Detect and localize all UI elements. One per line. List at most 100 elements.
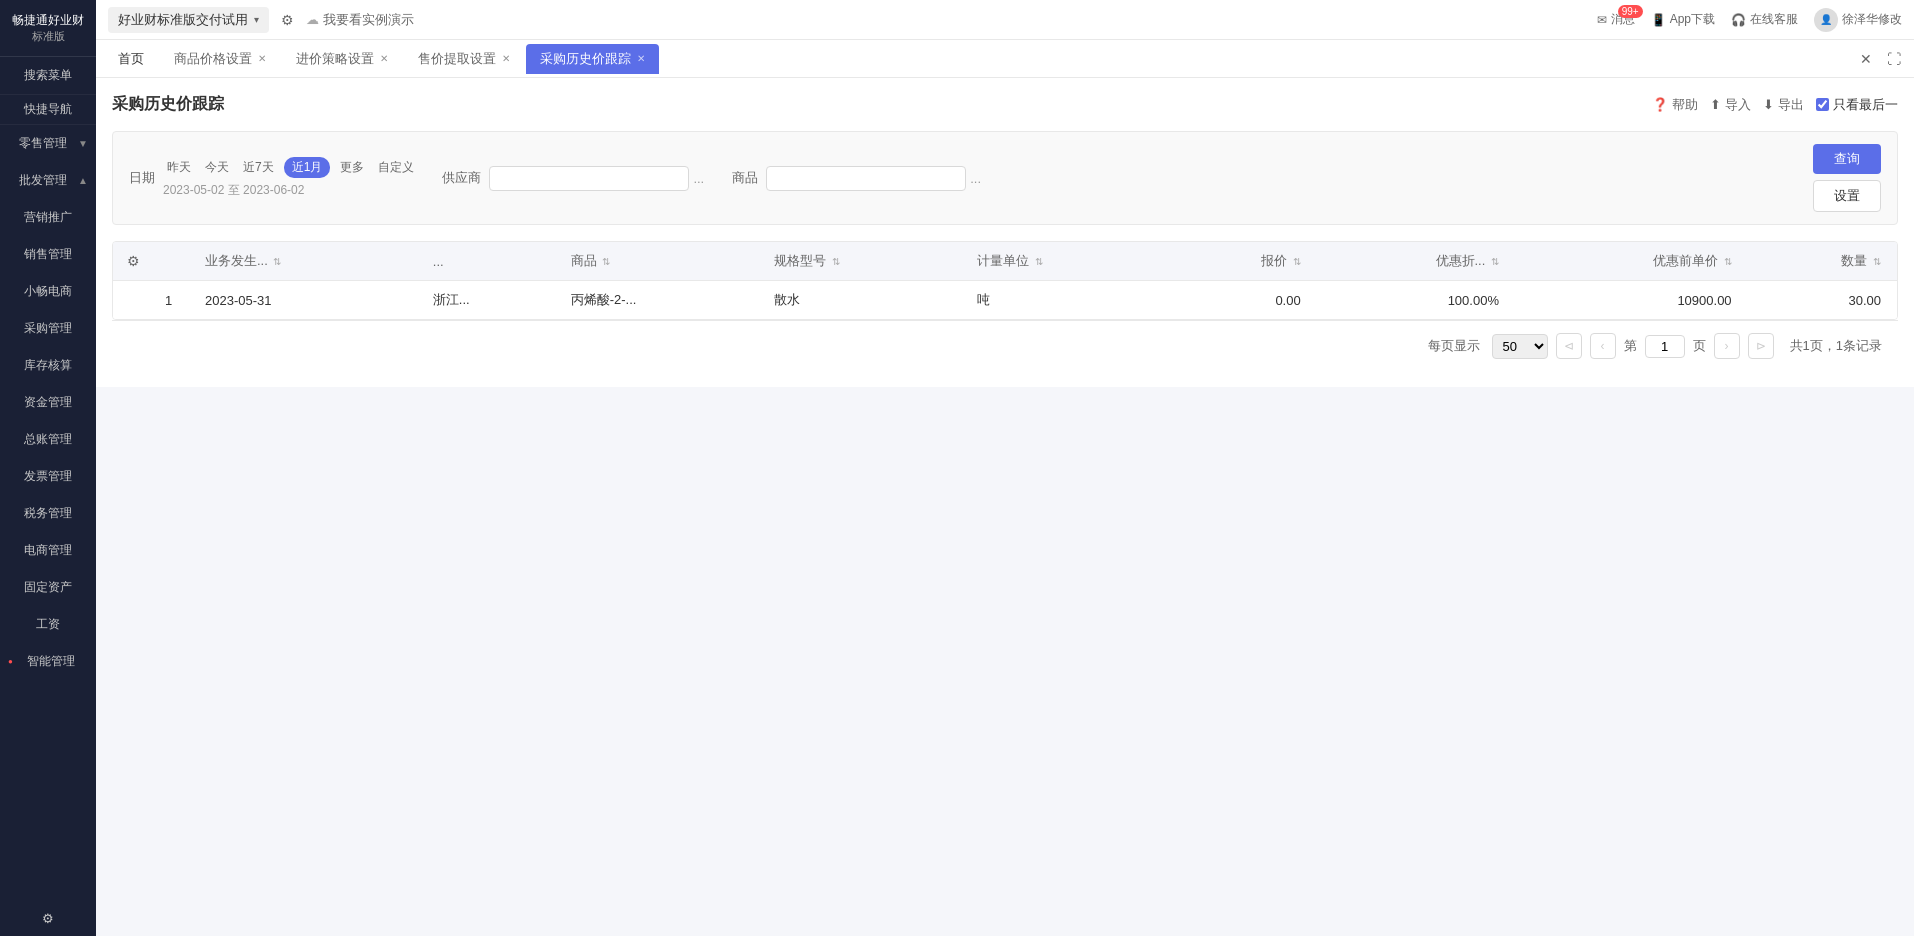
tab-strategy[interactable]: 进价策略设置 ✕ <box>282 44 402 74</box>
sidebar-item-finance[interactable]: 资金管理 <box>0 384 96 421</box>
topbar-right: ✉ 消息 99+ 📱 App下载 🎧 在线客服 👤 徐泽华修改 <box>1597 8 1902 32</box>
sidebar-item-purchase[interactable]: 采购管理 <box>0 310 96 347</box>
only-last-checkbox[interactable]: 只看最后一 <box>1816 96 1898 114</box>
goods-input-wrap: ... <box>766 166 985 191</box>
date-opt-custom[interactable]: 自定义 <box>374 157 418 178</box>
date-options: 昨天 今天 近7天 近1月 更多 自定义 <box>163 157 418 178</box>
row-checkbox <box>113 281 153 320</box>
col-pre-discount-header: 优惠前单价 ⇅ <box>1511 242 1744 281</box>
row-unit: 吨 <box>965 281 1168 320</box>
sidebar-item-fixed-assets[interactable]: 固定资产 <box>0 569 96 606</box>
sort-pre-discount-icon[interactable]: ⇅ <box>1724 256 1732 267</box>
sidebar-item-retail[interactable]: 零售管理 ▼ <box>0 125 96 162</box>
help-icon: ❓ <box>1652 97 1668 112</box>
filter-bar: 日期 昨天 今天 近7天 近1月 更多 自定义 2023-05-02 至 202… <box>112 131 1898 225</box>
app-logo: 畅捷通好业财 标准版 <box>0 0 96 57</box>
query-button[interactable]: 查询 <box>1813 144 1881 174</box>
app-download-button[interactable]: 📱 App下载 <box>1651 11 1715 28</box>
tab-strategy-close[interactable]: ✕ <box>380 53 388 64</box>
sidebar-item-inventory[interactable]: 库存核算 <box>0 347 96 384</box>
sort-quantity-icon[interactable]: ⇅ <box>1873 256 1881 267</box>
sidebar-item-smart[interactable]: 智能管理 <box>0 643 96 680</box>
user-menu[interactable]: 👤 徐泽华修改 <box>1814 8 1902 32</box>
sidebar-gear[interactable]: ⚙ <box>0 901 96 936</box>
date-opt-1month[interactable]: 近1月 <box>284 157 331 178</box>
settings-icon[interactable]: ⚙ <box>281 12 294 28</box>
page-actions: ❓ 帮助 ⬆ 导入 ⬇ 导出 只看最后一 <box>1652 96 1898 114</box>
sort-spec-icon[interactable]: ⇅ <box>832 256 840 267</box>
help-button[interactable]: ❓ 帮助 <box>1652 96 1698 114</box>
prev-page-button[interactable]: ‹ <box>1590 333 1616 359</box>
sort-date-icon[interactable]: ⇅ <box>273 256 281 267</box>
page-size-select[interactable]: 50 100 200 <box>1492 334 1548 359</box>
sidebar-item-ecommerce[interactable]: 电商管理 <box>0 532 96 569</box>
tab-sale-price-label: 售价提取设置 <box>418 50 496 68</box>
goods-more[interactable]: ... <box>966 171 985 186</box>
filter-actions: 查询 设置 <box>1813 144 1881 212</box>
import-icon: ⬆ <box>1710 97 1721 112</box>
table-header: ⚙ 业务发生... ⇅ ... 商品 ⇅ <box>113 242 1897 281</box>
export-label: 导出 <box>1778 96 1804 114</box>
date-opt-more[interactable]: 更多 <box>336 157 368 178</box>
settings-button[interactable]: 设置 <box>1813 180 1881 212</box>
row-spec: 散水 <box>762 281 965 320</box>
avatar: 👤 <box>1814 8 1838 32</box>
data-table-wrap: ⚙ 业务发生... ⇅ ... 商品 ⇅ <box>112 241 1898 320</box>
sidebar-item-salary[interactable]: 工资 <box>0 606 96 643</box>
sidebar-search[interactable]: 搜索菜单 <box>0 57 96 95</box>
tab-home[interactable]: 首页 <box>104 44 158 74</box>
sort-price-icon[interactable]: ⇅ <box>1293 256 1301 267</box>
first-page-button[interactable]: ⊲ <box>1556 333 1582 359</box>
date-opt-yesterday[interactable]: 昨天 <box>163 157 195 178</box>
goods-input[interactable] <box>766 166 966 191</box>
tab-purchase-history-close[interactable]: ✕ <box>637 53 645 64</box>
sidebar-item-sales[interactable]: 销售管理 <box>0 236 96 273</box>
tab-close-all[interactable]: ✕ <box>1854 47 1878 71</box>
filter-row: 日期 昨天 今天 近7天 近1月 更多 自定义 2023-05-02 至 202… <box>129 144 1881 212</box>
next-page-button[interactable]: › <box>1714 333 1740 359</box>
date-opt-today[interactable]: 今天 <box>201 157 233 178</box>
date-opt-7days[interactable]: 近7天 <box>239 157 278 178</box>
tab-sale-price-close[interactable]: ✕ <box>502 53 510 64</box>
supplier-input[interactable] <box>489 166 689 191</box>
tab-purchase-history[interactable]: 采购历史价跟踪 ✕ <box>526 44 659 74</box>
sort-unit-icon[interactable]: ⇅ <box>1035 256 1043 267</box>
message-icon: ✉ <box>1597 13 1607 27</box>
export-button[interactable]: ⬇ 导出 <box>1763 96 1804 114</box>
demo-button[interactable]: ☁ 我要看实例演示 <box>306 11 414 29</box>
product-selector[interactable]: 好业财标准版交付试用 ▾ <box>108 7 269 33</box>
column-settings-icon[interactable]: ⚙ <box>127 253 140 269</box>
sidebar-item-marketing[interactable]: 营销推广 <box>0 199 96 236</box>
sidebar-item-ecommerce-small[interactable]: 小畅电商 <box>0 273 96 310</box>
sort-discount-icon[interactable]: ⇅ <box>1491 256 1499 267</box>
sidebar-quick-nav[interactable]: 快捷导航 <box>0 95 96 125</box>
sidebar-item-accounting[interactable]: 总账管理 <box>0 421 96 458</box>
page-input[interactable] <box>1645 335 1685 358</box>
demo-label: 我要看实例演示 <box>323 11 414 29</box>
tab-price[interactable]: 商品价格设置 ✕ <box>160 44 280 74</box>
sort-goods-icon[interactable]: ⇅ <box>602 256 610 267</box>
header-row: ⚙ 业务发生... ⇅ ... 商品 ⇅ <box>113 242 1897 281</box>
sidebar-item-tax[interactable]: 税务管理 <box>0 495 96 532</box>
import-button[interactable]: ⬆ 导入 <box>1710 96 1751 114</box>
sidebar-item-wholesale[interactable]: 批发管理 ▲ <box>0 162 96 199</box>
sidebar-item-invoice[interactable]: 发票管理 <box>0 458 96 495</box>
row-index: 1 <box>153 281 193 320</box>
logo-name: 畅捷通好业财 <box>8 12 88 29</box>
tab-price-close[interactable]: ✕ <box>258 53 266 64</box>
supplier-more[interactable]: ... <box>689 171 708 186</box>
help-label: 帮助 <box>1672 96 1698 114</box>
data-table: ⚙ 业务发生... ⇅ ... 商品 ⇅ <box>113 242 1897 319</box>
table-row: 1 2023-05-31 浙江... 丙烯酸-2-... 散水 吨 0.00 1… <box>113 281 1897 320</box>
tab-sale-price[interactable]: 售价提取设置 ✕ <box>404 44 524 74</box>
export-icon: ⬇ <box>1763 97 1774 112</box>
online-service-button[interactable]: 🎧 在线客服 <box>1731 11 1798 28</box>
last-page-button[interactable]: ⊳ <box>1748 333 1774 359</box>
page-label: 第 <box>1624 337 1637 355</box>
col-price-header: 报价 ⇅ <box>1168 242 1312 281</box>
only-last-input[interactable] <box>1816 98 1829 111</box>
supplier-filter: 供应商 ... <box>442 166 708 191</box>
tab-expand[interactable]: ⛶ <box>1882 47 1906 71</box>
message-button[interactable]: ✉ 消息 99+ <box>1597 11 1635 28</box>
col-more-header: ... <box>421 242 559 281</box>
